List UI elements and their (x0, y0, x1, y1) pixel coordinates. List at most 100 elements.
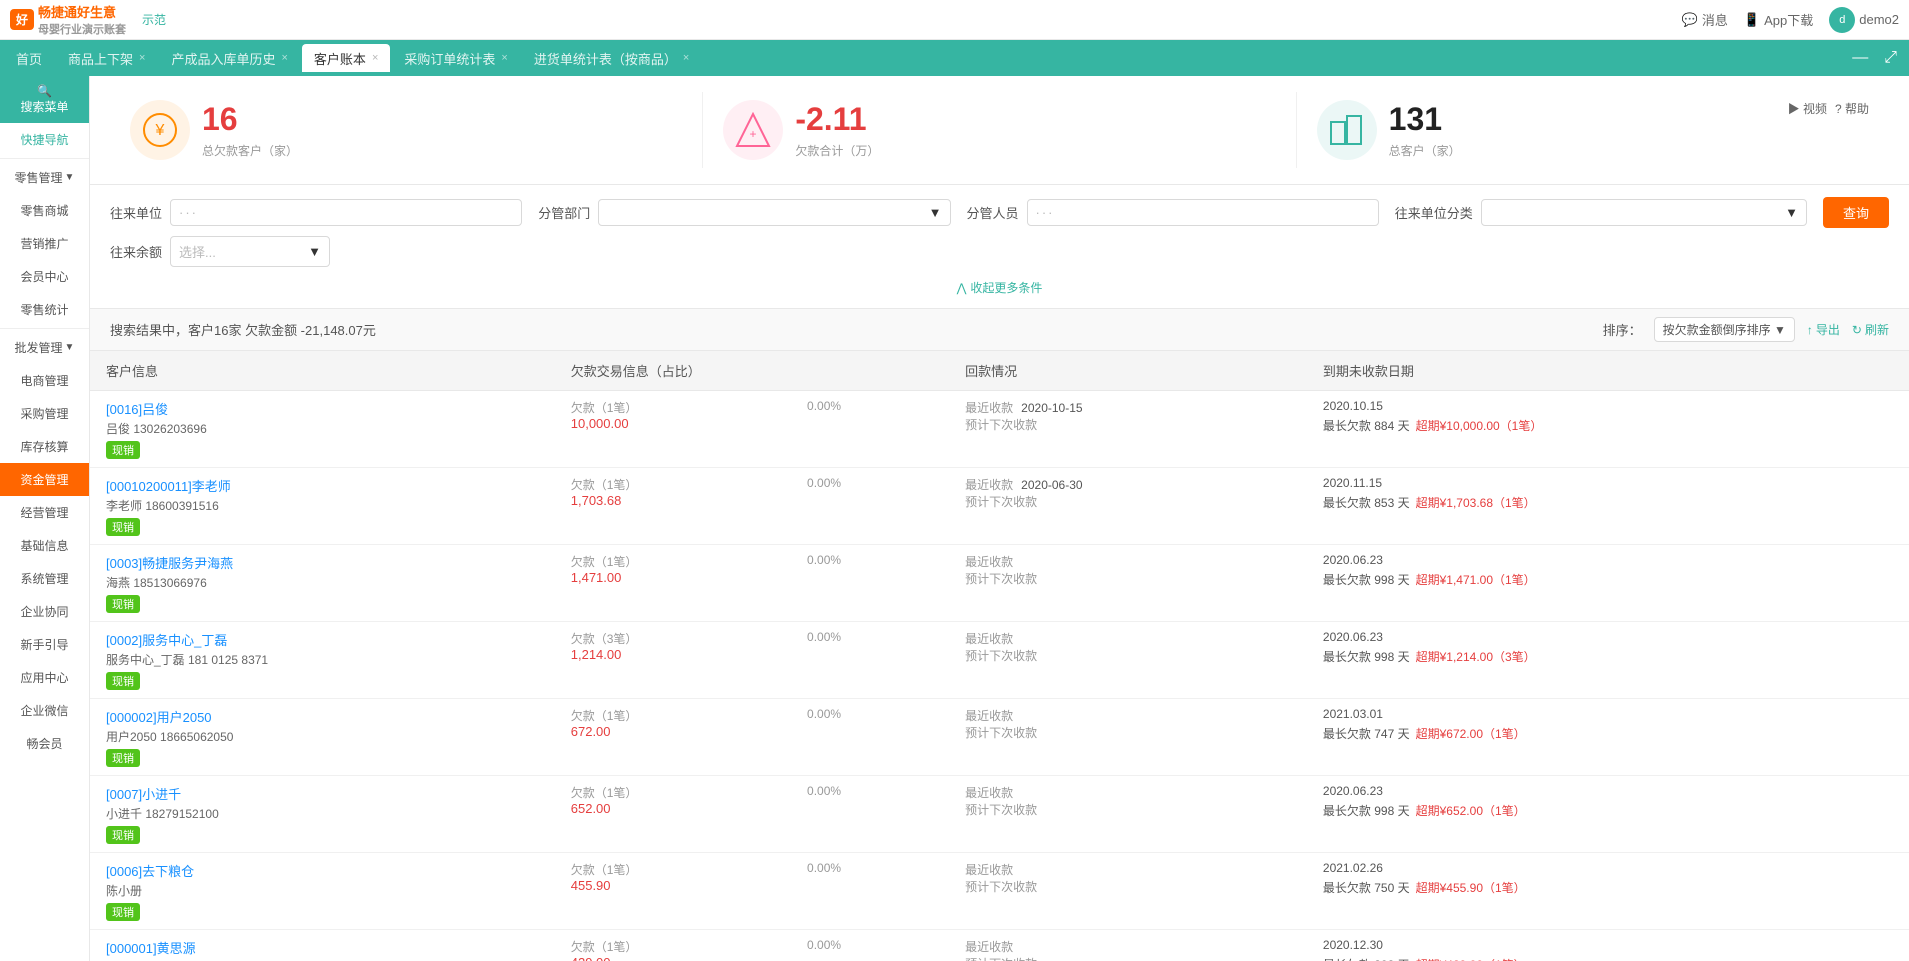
debt-amount[interactable]: 652.00 (571, 801, 775, 816)
app-download-btn[interactable]: 📱 App下载 (1744, 10, 1813, 29)
user-avatar[interactable]: d demo2 (1829, 7, 1899, 33)
search-button[interactable]: 查询 (1823, 197, 1889, 228)
overdue-amount[interactable]: 超期¥10,000.00（1笔） (1416, 417, 1543, 434)
sidebar-item-retail-mall[interactable]: 零售商城 (0, 194, 89, 227)
customer-tag: 现销 (106, 826, 140, 844)
message-btn[interactable]: 💬 消息 (1682, 10, 1728, 29)
debt-desc: 欠款（1笔） (571, 861, 775, 878)
help-btn[interactable]: ? 帮助 (1835, 100, 1869, 117)
overdue-amount[interactable]: 超期¥1,703.68（1笔） (1416, 494, 1536, 511)
top-bar: 好 畅捷通好生意 母婴行业演示账套 示范 💬 消息 📱 App下载 d demo… (0, 0, 1909, 40)
tab-customer-account[interactable]: 客户账本 × (302, 44, 390, 72)
col-customer-info: 客户信息 (90, 351, 555, 391)
sidebar-item-ecommerce-mgmt[interactable]: 电商管理 (0, 364, 89, 397)
sidebar-item-member-center[interactable]: 会员中心 (0, 260, 89, 293)
debt-amount[interactable]: 1,471.00 (571, 570, 775, 585)
tab-product-history[interactable]: 产成品入库单历史 × (159, 44, 299, 72)
overdue-amount[interactable]: 超期¥672.00（1笔） (1416, 725, 1526, 742)
sort-select[interactable]: 按欠款金额倒序排序 ▼ (1654, 317, 1795, 342)
debt-percent: 0.00% (807, 476, 933, 490)
tab-purchase-order[interactable]: 采购订单统计表 × (392, 44, 519, 72)
sidebar-item-app-center[interactable]: 应用中心 (0, 661, 89, 694)
menu-toggle[interactable]: 示范 (142, 11, 166, 28)
debt-amount[interactable]: 1,703.68 (571, 493, 775, 508)
customer-name[interactable]: [0016]吕俊 (106, 399, 539, 418)
overdue-amount[interactable]: 超期¥652.00（1笔） (1416, 802, 1526, 819)
close-icon[interactable]: × (372, 52, 378, 64)
tab-home[interactable]: 首页 (4, 44, 54, 72)
customer-tag: 现销 (106, 749, 140, 767)
sidebar-item-enterprise-collab[interactable]: 企业协同 (0, 595, 89, 628)
sidebar-item-system-mgmt[interactable]: 系统管理 (0, 562, 89, 595)
sidebar-item-operations-mgmt[interactable]: 经营管理 (0, 496, 89, 529)
cell-debt-desc: 欠款（3笔） 1,214.00 (555, 622, 791, 699)
col-due-date: 到期未收款日期 (1307, 351, 1909, 391)
cell-customer-info: [000001]黄思源 黄思源 13552700226 现销 (90, 930, 555, 961)
customer-tag: 现销 (106, 903, 140, 921)
sidebar-item-enterprise-wechat[interactable]: 企业微信 (0, 694, 89, 727)
overdue-info: 最长欠款 808 天 超期¥429.00（1笔） (1323, 956, 1893, 961)
debt-amount[interactable]: 455.90 (571, 878, 775, 893)
divider (0, 328, 89, 329)
customer-name[interactable]: [000001]黄思源 (106, 938, 539, 957)
from-unit-input[interactable]: ··· (170, 199, 522, 226)
balance-input[interactable]: 选择... ▼ (170, 236, 330, 267)
customer-name[interactable]: [0007]小进千 (106, 784, 539, 803)
sidebar-item-member-vip-label: 畅会员 (26, 737, 62, 751)
export-btn[interactable]: ↑ 导出 (1807, 321, 1840, 338)
customer-name[interactable]: [0003]畅捷服务尹海燕 (106, 553, 539, 572)
manager-input[interactable]: ··· (1027, 199, 1379, 226)
close-icon[interactable]: × (281, 52, 287, 64)
maximize-btn[interactable]: ⤢ (1876, 49, 1905, 67)
sidebar-search[interactable]: 🔍 搜索菜单 (0, 76, 89, 123)
sort-label: 排序： (1603, 320, 1642, 339)
filter-balance-label: 往来余额 (110, 242, 162, 261)
close-icon[interactable]: × (683, 52, 689, 64)
customer-name[interactable]: [00010200011]李老师 (106, 476, 539, 495)
sidebar-item-batch-mgmt[interactable]: 批发管理 ▼ (0, 331, 89, 364)
sidebar-item-purchase-mgmt[interactable]: 采购管理 (0, 397, 89, 430)
sidebar-item-basic-info[interactable]: 基础信息 (0, 529, 89, 562)
refresh-btn[interactable]: ↻ 刷新 (1852, 321, 1889, 338)
tab-customer-account-label: 客户账本 (314, 49, 366, 68)
export-icon: ↑ (1807, 323, 1813, 337)
debt-desc: 欠款（1笔） (571, 476, 775, 493)
debt-desc: 欠款（1笔） (571, 399, 775, 416)
sidebar-quick-nav[interactable]: 快捷导航 (0, 123, 89, 156)
customer-name[interactable]: [000002]用户2050 (106, 707, 539, 726)
debt-amount[interactable]: 672.00 (571, 724, 775, 739)
overdue-amount[interactable]: 超期¥1,471.00（1笔） (1416, 571, 1536, 588)
tab-product-up-down[interactable]: 商品上下架 × (56, 44, 157, 72)
stat-arrears-customers: ¥ 16 总欠款客户（家） (110, 92, 703, 168)
overdue-amount[interactable]: 超期¥455.90（1笔） (1416, 879, 1526, 896)
recent-label: 最近收款 (965, 861, 1013, 878)
view-video-btn[interactable]: ▶ 视频 (1788, 100, 1827, 117)
debt-amount[interactable]: 10,000.00 (571, 416, 775, 431)
sidebar-item-inventory-check[interactable]: 库存核算 (0, 430, 89, 463)
sidebar-item-capital-mgmt[interactable]: 资金管理 (0, 463, 89, 496)
unit-category-input[interactable]: ▼ (1481, 199, 1807, 226)
tab-purchase-stats[interactable]: 进货单统计表（按商品） × (522, 44, 701, 72)
overdue-amount[interactable]: 超期¥1,214.00（3笔） (1416, 648, 1536, 665)
debt-amount[interactable]: 1,214.00 (571, 647, 775, 662)
customer-name[interactable]: [0002]服务中心_丁磊 (106, 630, 539, 649)
sidebar-item-marketing[interactable]: 营销推广 (0, 227, 89, 260)
close-icon[interactable]: × (139, 52, 145, 64)
sidebar-item-member-vip[interactable]: 畅会员 (0, 727, 89, 760)
debt-amount[interactable]: 429.00 (571, 955, 775, 961)
cell-due-date: 2020.11.15 最长欠款 853 天 超期¥1,703.68（1笔） (1307, 468, 1909, 545)
collapse-btn[interactable]: ⋀ 收起更多条件 (110, 275, 1889, 300)
due-date: 2021.02.26 (1323, 861, 1893, 875)
minimize-btn[interactable]: — (1844, 49, 1876, 67)
dept-input[interactable]: ▼ (598, 199, 950, 226)
sidebar-item-retail-stats[interactable]: 零售统计 (0, 293, 89, 326)
sidebar-item-new-guide[interactable]: 新手引导 (0, 628, 89, 661)
overdue-amount[interactable]: 超期¥429.00（1笔） (1416, 956, 1526, 961)
from-unit-dots: ··· (179, 205, 198, 220)
sidebar-item-retail-mgmt[interactable]: 零售管理 ▼ (0, 161, 89, 194)
sidebar-item-enterprise-collab-label: 企业协同 (20, 605, 68, 619)
customer-name[interactable]: [0006]去下粮仓 (106, 861, 539, 880)
close-icon[interactable]: × (501, 52, 507, 64)
customer-contact: 李老师 18600391516 (106, 497, 539, 514)
customer-contact: 小进千 18279152100 (106, 805, 539, 822)
